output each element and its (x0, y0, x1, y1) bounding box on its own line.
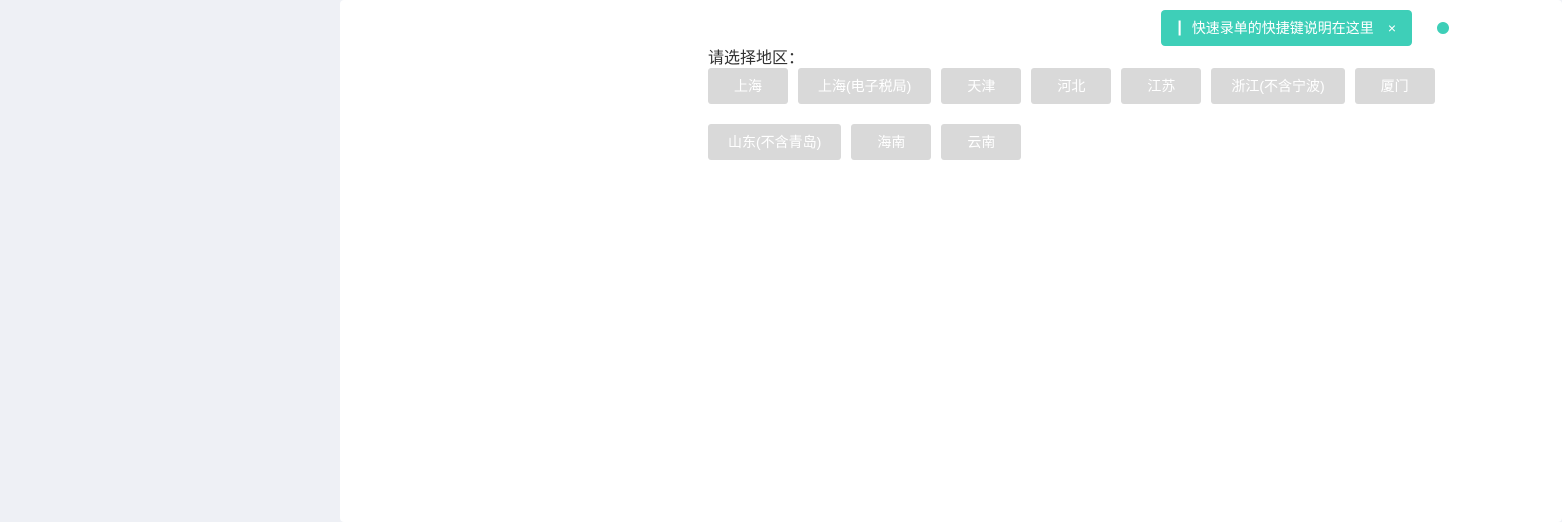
tooltip-banner: 快速录单的快捷键说明在这里 × (1161, 10, 1412, 46)
region-row-1: 上海 上海(电子税局) 天津 河北 江苏 浙江(不含宁波) 厦门 (708, 68, 1435, 104)
region-btn-shanghai[interactable]: 上海 (708, 68, 788, 104)
main-content: 请选择地区： 上海 上海(电子税局) 天津 河北 江苏 浙江(不含宁波) 厦门 … (340, 0, 1562, 522)
region-select-label: 请选择地区： (708, 44, 804, 68)
region-btn-hebei[interactable]: 河北 (1031, 68, 1111, 104)
region-btn-shanghai-etax[interactable]: 上海(电子税局) (798, 68, 931, 104)
tooltip-dot (1437, 22, 1449, 34)
region-btn-shandong[interactable]: 山东(不含青岛) (708, 124, 841, 160)
tooltip-text: 快速录单的快捷键说明在这里 (1192, 18, 1374, 38)
region-btn-hainan[interactable]: 海南 (851, 124, 931, 160)
sidebar (0, 0, 340, 522)
region-btn-tianjin[interactable]: 天津 (941, 68, 1021, 104)
tooltip-close-button[interactable]: × (1388, 20, 1396, 36)
region-btn-jiangsu[interactable]: 江苏 (1121, 68, 1201, 104)
region-btn-yunnan[interactable]: 云南 (941, 124, 1021, 160)
region-buttons-container: 上海 上海(电子税局) 天津 河北 江苏 浙江(不含宁波) 厦门 山东(不含青岛… (708, 68, 1562, 160)
region-btn-zhejiang[interactable]: 浙江(不含宁波) (1211, 68, 1344, 104)
region-btn-xiamen[interactable]: 厦门 (1355, 68, 1435, 104)
region-row-2: 山东(不含青岛) 海南 云南 (708, 124, 1021, 160)
